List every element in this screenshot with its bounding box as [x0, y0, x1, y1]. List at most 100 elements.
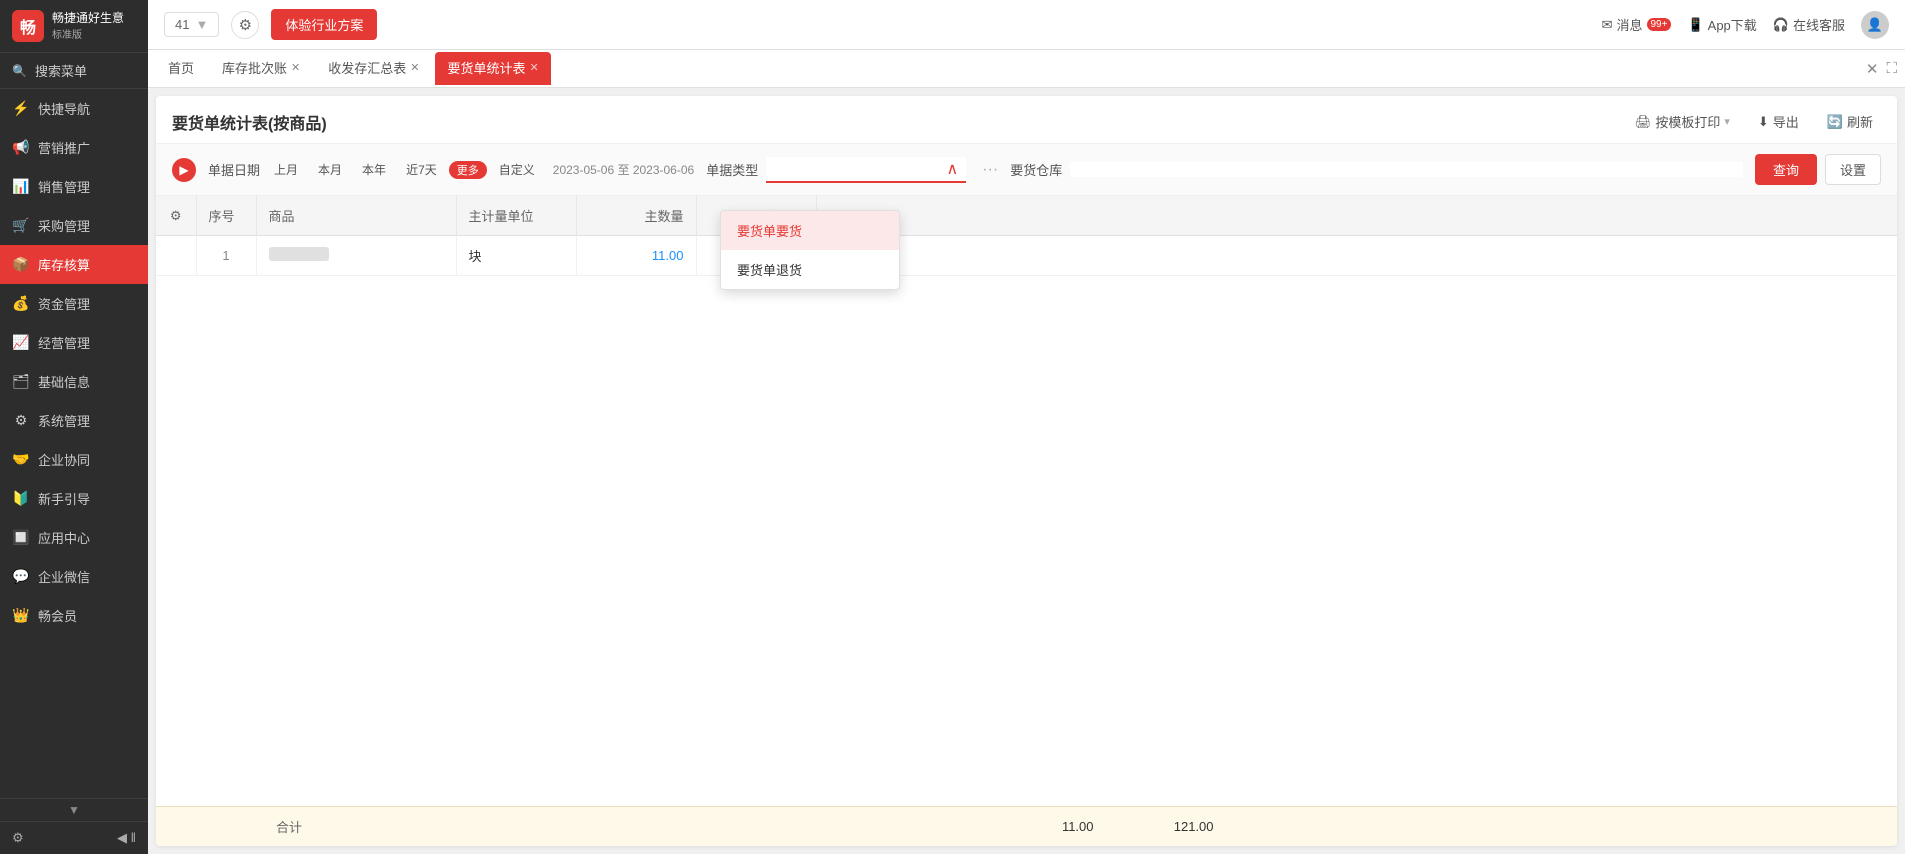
- page-content: 要货单统计表(按商品) 🖨 按模板打印 ▾ ⬇ 导出 🔄 刷新 ▶: [156, 96, 1897, 846]
- date-opt-more[interactable]: 更多: [449, 161, 487, 179]
- warehouse-input[interactable]: [1070, 162, 1743, 177]
- date-filter-label: 单据日期: [208, 160, 260, 179]
- table-header-row: ⚙ 序号 商品 主计量单位 主数量 零售金额: [156, 196, 1897, 236]
- print-btn[interactable]: 🖨 按模板打印 ▾: [1627, 108, 1738, 135]
- dropdown-item-req-order[interactable]: 要货单要货: [721, 211, 899, 250]
- tab-collect-summary-close[interactable]: ✕: [410, 61, 419, 74]
- tab-inventory-batch[interactable]: 库存批次账 ✕: [210, 52, 312, 85]
- tabs-controls: ✕ ⛶: [1866, 60, 1897, 78]
- finance-label: 资金管理: [38, 294, 90, 313]
- filter-toggle-btn[interactable]: ▶: [172, 158, 196, 182]
- th-no: 序号: [196, 196, 256, 236]
- system-label: 系统管理: [38, 411, 90, 430]
- sidebar-item-guide[interactable]: 🔰 新手引导: [0, 479, 148, 518]
- tab-requisition-stats-close[interactable]: ✕: [530, 61, 539, 74]
- th-product: 商品: [256, 196, 456, 236]
- td-product: [256, 236, 456, 276]
- th-empty: [816, 196, 1897, 236]
- messages-btn[interactable]: ✉ 消息 99+: [1602, 15, 1672, 34]
- logo-subtitle: 标准版: [52, 26, 124, 41]
- sidebar-scroll-down[interactable]: ▼: [0, 798, 148, 821]
- topbar-settings-btn[interactable]: ⚙: [231, 11, 259, 39]
- topbar: 41 ▼ ⚙ 体验行业方案 ✉ 消息 99+ 📱 App下载 🎧 在线客服 👤: [148, 0, 1905, 50]
- product-placeholder: [269, 247, 329, 261]
- sidebar-item-operations[interactable]: 📈 经营管理: [0, 323, 148, 362]
- query-btn[interactable]: 查询: [1755, 154, 1817, 185]
- export-btn[interactable]: ⬇ 导出: [1750, 108, 1807, 135]
- sidebar-item-sales[interactable]: 📊 销售管理: [0, 167, 148, 206]
- store-select[interactable]: 41 ▼: [164, 12, 219, 37]
- sidebar-item-marketing[interactable]: 📢 营销推广: [0, 128, 148, 167]
- td-no: 1: [196, 236, 256, 276]
- tab-inventory-batch-close[interactable]: ✕: [291, 61, 300, 74]
- quick-nav-icon: ⚡: [12, 100, 30, 117]
- main-content: 41 ▼ ⚙ 体验行业方案 ✉ 消息 99+ 📱 App下载 🎧 在线客服 👤: [148, 0, 1905, 854]
- system-icon: ⚙: [12, 412, 30, 429]
- td-unit: 块: [456, 236, 576, 276]
- settings-filter-btn[interactable]: 设置: [1825, 154, 1881, 185]
- sidebar-item-base-info[interactable]: 🗂 基础信息: [0, 362, 148, 401]
- sidebar-item-member[interactable]: 👑 畅会员: [0, 596, 148, 635]
- tabs-expand-btn[interactable]: ⛶: [1886, 60, 1897, 77]
- td-settings: [156, 236, 196, 276]
- sidebar-item-system[interactable]: ⚙ 系统管理: [0, 401, 148, 440]
- tabs-close-all-btn[interactable]: ✕: [1866, 60, 1879, 78]
- refresh-btn[interactable]: 🔄 刷新: [1819, 108, 1881, 135]
- base-info-icon: 🗂: [12, 373, 30, 390]
- dropdown-item-req-return[interactable]: 要货单退货: [721, 250, 899, 289]
- sidebar-footer[interactable]: ⚙ ◀ ‖: [0, 821, 148, 854]
- dropdown-item-req-return-label: 要货单退货: [737, 263, 802, 278]
- table-body: 1 块 11.00 121.00: [156, 236, 1897, 276]
- sidebar-item-quick-nav[interactable]: ⚡ 快捷导航: [0, 89, 148, 128]
- td-extra: [816, 236, 1897, 276]
- purchase-label: 采购管理: [38, 216, 90, 235]
- guide-icon: 🔰: [12, 490, 30, 507]
- type-select[interactable]: ∧: [766, 157, 966, 183]
- date-opt-current[interactable]: 本月: [310, 159, 350, 180]
- sales-icon: 📊: [12, 178, 30, 195]
- store-select-chevron: ▼: [195, 17, 208, 32]
- tab-requisition-stats[interactable]: 要货单统计表 ✕: [435, 52, 550, 85]
- sidebar-logo: 畅 畅捷通好生意 标准版: [0, 0, 148, 53]
- sidebar-item-wechat[interactable]: 💬 企业微信: [0, 557, 148, 596]
- app-download-btn[interactable]: 📱 App下载: [1687, 15, 1756, 34]
- industry-btn[interactable]: 体验行业方案: [271, 9, 377, 40]
- table-settings-icon[interactable]: ⚙: [170, 208, 182, 223]
- online-service-btn[interactable]: 🎧 在线客服: [1773, 15, 1845, 34]
- date-opt-custom[interactable]: 自定义: [491, 159, 543, 180]
- th-unit: 主计量单位: [456, 196, 576, 236]
- online-service-icon: 🎧: [1773, 17, 1789, 33]
- table-row: 1 块 11.00 121.00: [156, 236, 1897, 276]
- tab-collect-summary[interactable]: 收发存汇总表 ✕: [316, 52, 431, 85]
- date-opt-up[interactable]: 上月: [266, 159, 306, 180]
- type-filter-more-btn[interactable]: ···: [982, 161, 998, 179]
- sidebar-collapse-icon[interactable]: ◀ ‖: [117, 830, 136, 846]
- logo-icon: 畅: [12, 10, 44, 42]
- messages-badge: 99+: [1647, 18, 1672, 31]
- online-service-label: 在线客服: [1793, 15, 1845, 34]
- date-opt-year[interactable]: 本年: [354, 159, 394, 180]
- sidebar-item-apps[interactable]: 🔲 应用中心: [0, 518, 148, 557]
- logo-title: 畅捷通好生意: [52, 11, 124, 27]
- inventory-label: 库存核算: [38, 255, 90, 274]
- app-download-label: App下载: [1708, 15, 1757, 34]
- data-table: ⚙ 序号 商品 主计量单位 主数量 零售金额 1: [156, 196, 1897, 276]
- sidebar-item-purchase[interactable]: 🛒 采购管理: [0, 206, 148, 245]
- type-dropdown-menu: 要货单要货 要货单退货: [720, 210, 900, 290]
- sidebar-item-inventory[interactable]: 📦 库存核算: [0, 245, 148, 284]
- operations-icon: 📈: [12, 334, 30, 351]
- sidebar-item-cooperation[interactable]: 🤝 企业协同: [0, 440, 148, 479]
- tab-home[interactable]: 首页: [156, 52, 206, 85]
- inventory-icon: 📦: [12, 256, 30, 273]
- user-avatar[interactable]: 👤: [1861, 11, 1889, 39]
- th-settings[interactable]: ⚙: [156, 196, 196, 236]
- search-menu[interactable]: 🔍 搜索菜单: [0, 53, 148, 89]
- date-opt-7days[interactable]: 近7天: [398, 159, 445, 180]
- date-range-options: 上月 本月 本年 近7天 更多 自定义: [266, 159, 543, 180]
- page-title: 要货单统计表(按商品): [172, 110, 327, 134]
- sidebar-settings-icon[interactable]: ⚙: [12, 830, 24, 846]
- sidebar-item-finance[interactable]: 💰 资金管理: [0, 284, 148, 323]
- quantity-link[interactable]: 11.00: [652, 248, 684, 263]
- print-label: 按模板打印: [1655, 112, 1720, 131]
- apps-icon: 🔲: [12, 529, 30, 546]
